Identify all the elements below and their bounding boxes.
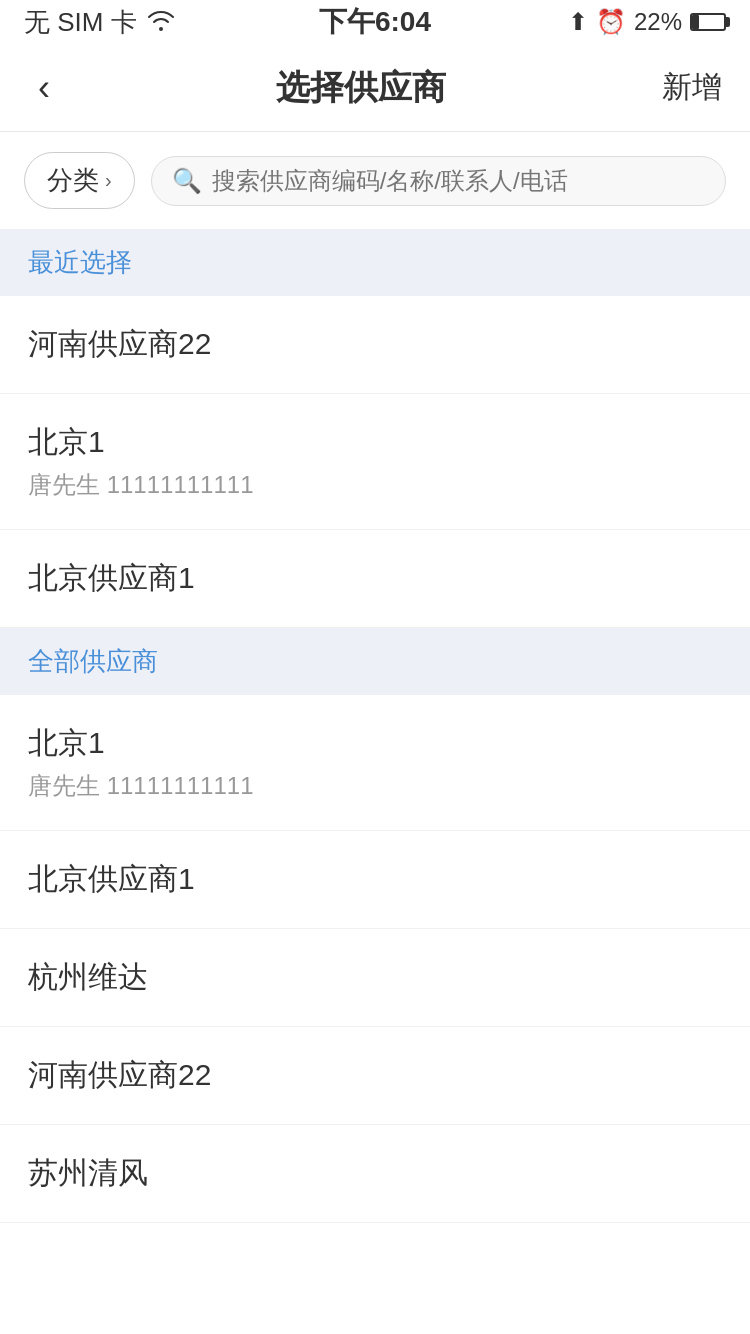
- filter-bar: 分类 › 🔍: [0, 132, 750, 229]
- item-name: 杭州维达: [28, 957, 722, 998]
- item-sub: 唐先生 11111111111: [28, 770, 722, 802]
- list-item[interactable]: 杭州维达: [0, 929, 750, 1027]
- status-right: ⬆ ⏰ 22%: [568, 8, 726, 36]
- item-name: 河南供应商22: [28, 1055, 722, 1096]
- item-name: 苏州清风: [28, 1153, 722, 1194]
- item-sub: 唐先生 11111111111: [28, 469, 722, 501]
- status-carrier: 无 SIM 卡: [24, 5, 175, 40]
- nav-bar: ‹ 选择供应商 新增: [0, 44, 750, 132]
- battery-icon: [690, 13, 726, 31]
- item-name: 北京1: [28, 723, 722, 764]
- all-list: 北京1 唐先生 11111111111 北京供应商1 杭州维达河南供应商22 苏州清风: [0, 695, 750, 1223]
- wifi-icon: [147, 7, 175, 38]
- carrier-text: 无 SIM 卡: [24, 5, 137, 40]
- list-item[interactable]: 苏州清风: [0, 1125, 750, 1223]
- alarm-icon: ⏰: [596, 8, 626, 36]
- search-icon: 🔍: [172, 167, 202, 195]
- search-container[interactable]: 🔍: [151, 156, 726, 206]
- page-title: 选择供应商: [276, 65, 446, 111]
- recent-section-header: 最近选择: [0, 229, 750, 296]
- category-filter[interactable]: 分类 ›: [24, 152, 135, 209]
- item-name: 北京供应商1: [28, 859, 722, 900]
- list-item[interactable]: 北京供应商1: [0, 530, 750, 628]
- list-item[interactable]: 北京供应商1: [0, 831, 750, 929]
- status-bar: 无 SIM 卡 下午6:04 ⬆ ⏰ 22%: [0, 0, 750, 44]
- list-item[interactable]: 北京1 唐先生 11111111111: [0, 695, 750, 831]
- back-button[interactable]: ‹: [28, 57, 60, 119]
- status-time: 下午6:04: [319, 3, 431, 41]
- item-name: 北京供应商1: [28, 558, 722, 599]
- add-button[interactable]: 新增: [662, 67, 722, 108]
- recent-list: 河南供应商22 北京1 唐先生 11111111111 北京供应商1: [0, 296, 750, 628]
- list-item[interactable]: 河南供应商22: [0, 1027, 750, 1125]
- item-name: 北京1: [28, 422, 722, 463]
- search-input[interactable]: [212, 167, 705, 195]
- list-item[interactable]: 河南供应商22: [0, 296, 750, 394]
- battery-text: 22%: [634, 8, 682, 36]
- all-section-header: 全部供应商: [0, 628, 750, 695]
- all-section-label: 全部供应商: [28, 646, 158, 676]
- item-name: 河南供应商22: [28, 324, 722, 365]
- location-icon: ⬆: [568, 8, 588, 36]
- chevron-right-icon: ›: [105, 169, 112, 192]
- category-label: 分类: [47, 163, 99, 198]
- recent-section-label: 最近选择: [28, 247, 132, 277]
- list-item[interactable]: 北京1 唐先生 11111111111: [0, 394, 750, 530]
